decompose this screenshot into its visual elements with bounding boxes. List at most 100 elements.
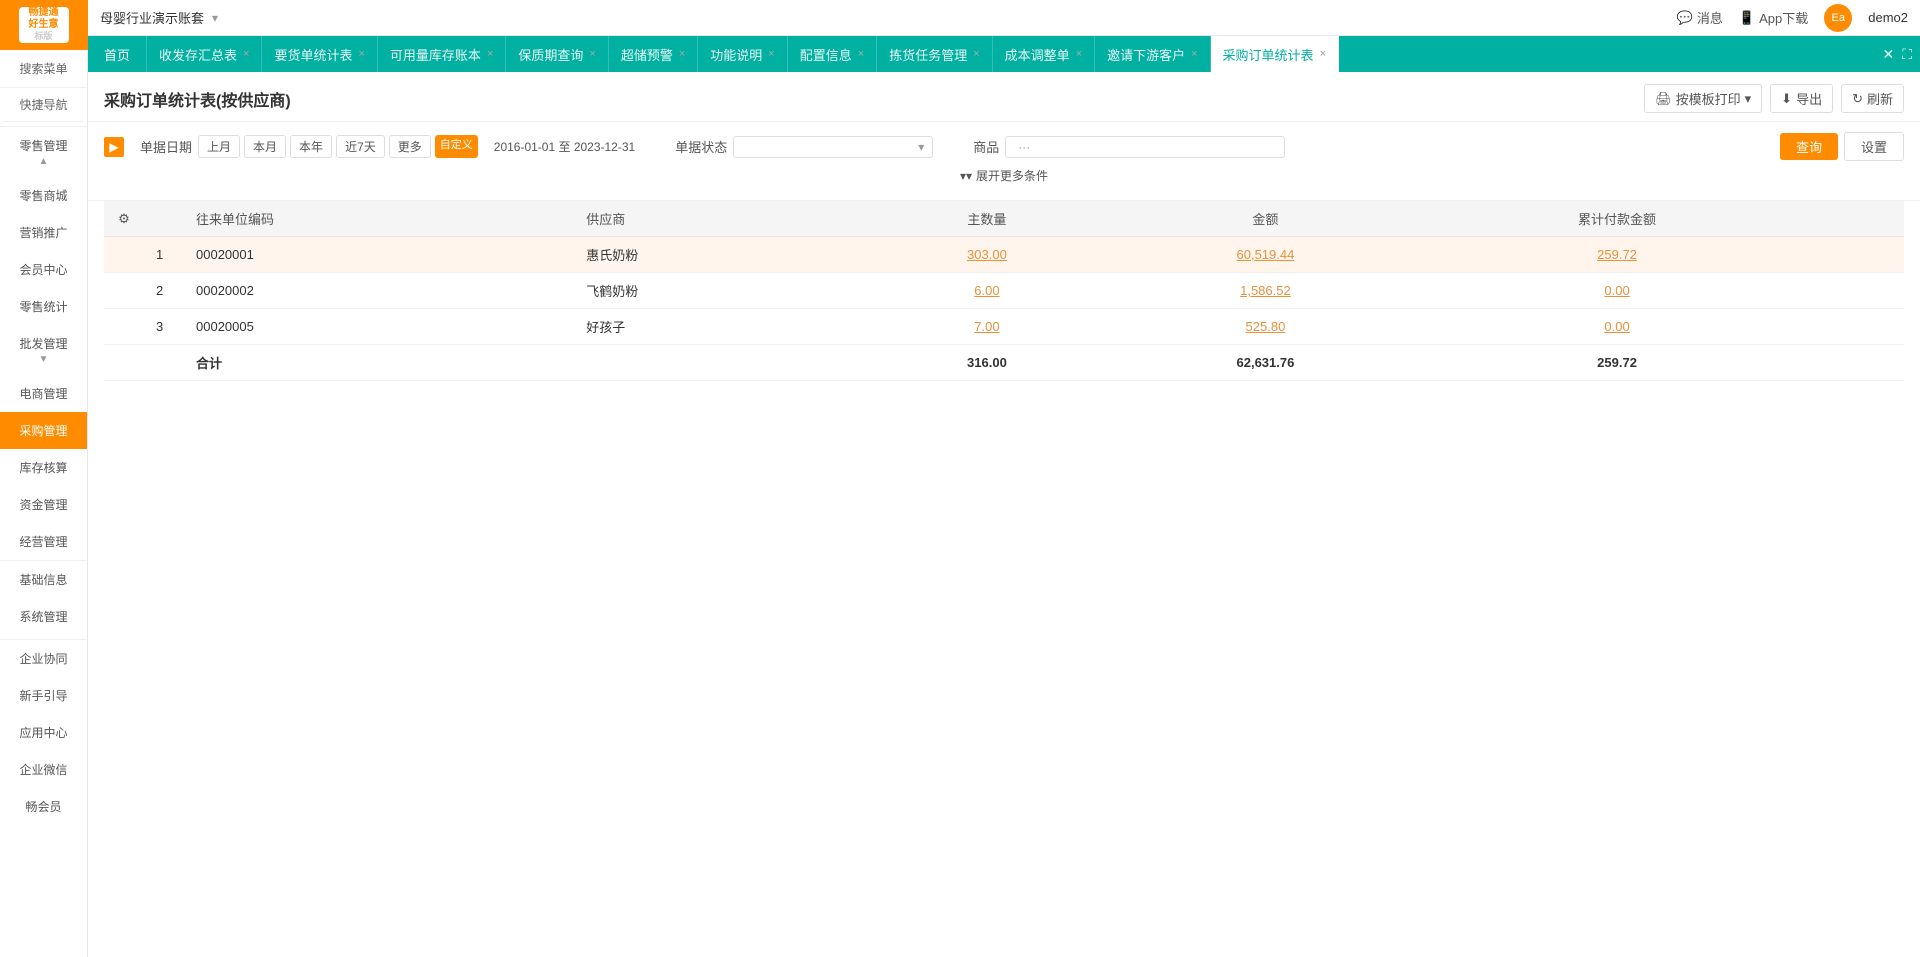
footer-paid: 259.72	[1422, 345, 1812, 381]
sidebar-item-member[interactable]: 会员中心	[0, 251, 87, 288]
sidebar-search-wrap[interactable]: 搜索菜单	[0, 50, 87, 88]
expand-more-button[interactable]: ▾▾ 展开更多条件	[104, 161, 1904, 190]
tab-close-icon[interactable]: ×	[243, 48, 249, 60]
sidebar-item-search[interactable]: 搜索菜单	[4, 56, 83, 81]
tab-label: 可用量库存账本	[390, 45, 481, 64]
tab-function-desc[interactable]: 功能说明 ×	[698, 36, 787, 72]
amount-link[interactable]: 1,586.52	[1240, 283, 1291, 298]
sidebar-item-finance[interactable]: 资金管理	[0, 486, 87, 523]
logo-inner: 畅捷通好生意标版	[19, 7, 69, 43]
tab-order-summary[interactable]: 要货单统计表 ×	[262, 36, 377, 72]
amount-link[interactable]: 60,519.44	[1237, 247, 1295, 262]
filter-toggle-button[interactable]: ▶	[104, 137, 124, 157]
tab-receive-summary[interactable]: 收发存汇总表 ×	[147, 36, 262, 72]
col-extra	[1812, 201, 1904, 237]
date-btn-this-year[interactable]: 本年	[290, 135, 332, 158]
sidebar-item-system[interactable]: 系统管理	[0, 598, 87, 635]
cell-supplier-name: 好孩子	[574, 309, 865, 345]
sidebar-item-quicknav[interactable]: 快捷导航	[4, 92, 83, 122]
tab-invite-downstream[interactable]: 邀请下游客户 ×	[1095, 36, 1210, 72]
tab-close-icon[interactable]: ×	[679, 48, 685, 60]
setting-button[interactable]: 设置	[1844, 132, 1904, 161]
sidebar-item-newbie[interactable]: 新手引导	[0, 677, 87, 714]
settings-icon[interactable]: ⚙	[118, 211, 130, 226]
tab-label: 配置信息	[800, 45, 852, 64]
tab-label: 要货单统计表	[274, 45, 352, 64]
cell-paid: 259.72	[1422, 237, 1812, 273]
tab-close-icon[interactable]: ×	[487, 48, 493, 60]
tab-close-icon[interactable]: ×	[358, 48, 364, 60]
filter-goods-input[interactable]: ···	[1005, 136, 1285, 158]
date-btn-more[interactable]: 更多	[389, 135, 431, 158]
expand-more-icon: ▾▾	[960, 169, 972, 183]
sidebar-item-basic-info[interactable]: 基础信息	[0, 560, 87, 598]
sidebar-item-cooperation[interactable]: 企业协同	[0, 639, 87, 677]
tab-overstock-alert[interactable]: 超储预警 ×	[609, 36, 698, 72]
tab-label: 超储预警	[621, 45, 673, 64]
refresh-button[interactable]: ↻ 刷新	[1841, 84, 1904, 113]
sidebar-quicknav-wrap[interactable]: 快捷导航	[0, 88, 87, 127]
sidebar-item-retail[interactable]: 零售管理 ▲	[0, 127, 87, 177]
tab-purchase-summary[interactable]: 采购订单统计表 ×	[1211, 36, 1339, 72]
topbar-msg-button[interactable]: 💬 消息	[1677, 8, 1723, 27]
sidebar-item-app-center[interactable]: 应用中心	[0, 714, 87, 751]
date-btn-last-month[interactable]: 上月	[198, 135, 240, 158]
paid-link[interactable]: 0.00	[1604, 319, 1629, 334]
cell-quantity: 7.00	[865, 309, 1109, 345]
sidebar-item-ecommerce[interactable]: 电商管理	[0, 375, 87, 412]
cell-paid: 0.00	[1422, 309, 1812, 345]
filter-date-range: 2016-01-01 至 2023-12-31	[494, 138, 635, 155]
sidebar-item-inventory[interactable]: 库存核算	[0, 449, 87, 486]
tab-pickup-task[interactable]: 拣货任务管理 ×	[877, 36, 992, 72]
topbar-app-button[interactable]: 📱 App下载	[1739, 8, 1808, 27]
filter-status-select[interactable]: ▾	[733, 136, 933, 158]
sidebar-item-enterprise-wechat[interactable]: 企业微信	[0, 751, 87, 788]
sidebar-item-member-vip[interactable]: 畅会员	[0, 788, 87, 825]
cell-paid: 0.00	[1422, 273, 1812, 309]
tab-close-icon[interactable]: ×	[768, 48, 774, 60]
amount-link[interactable]: 525.80	[1246, 319, 1286, 334]
print-button[interactable]: 🖨 按模板打印 ▾	[1644, 84, 1762, 113]
sidebar-item-purchase[interactable]: 采购管理	[0, 412, 87, 449]
tab-available-stock[interactable]: 可用量库存账本 ×	[378, 36, 506, 72]
filter-goods-more-icon[interactable]: ···	[1018, 140, 1030, 154]
col-paid: 累计付款金额	[1422, 201, 1812, 237]
account-dropdown-icon[interactable]: ▾	[212, 11, 218, 25]
paid-link[interactable]: 259.72	[1597, 247, 1637, 262]
sidebar-item-operation[interactable]: 经营管理	[0, 523, 87, 560]
msg-icon: 💬	[1677, 10, 1693, 26]
tab-close-icon[interactable]: ×	[1320, 48, 1326, 60]
sidebar-item-retail-stats[interactable]: 零售统计	[0, 288, 87, 325]
date-btn-this-month[interactable]: 本月	[244, 135, 286, 158]
paid-link[interactable]: 0.00	[1604, 283, 1629, 298]
tab-warranty-query[interactable]: 保质期查询 ×	[506, 36, 608, 72]
logo-text: 畅捷通好生意标版	[29, 7, 59, 43]
sidebar-item-wholesale[interactable]: 批发管理 ▼	[0, 325, 87, 375]
cell-rownum: 1	[144, 237, 184, 273]
quantity-link[interactable]: 6.00	[974, 283, 999, 298]
quantity-link[interactable]: 7.00	[974, 319, 999, 334]
tab-close-icon[interactable]: ×	[1076, 48, 1082, 60]
export-button[interactable]: ⬇ 导出	[1770, 84, 1833, 113]
quantity-link[interactable]: 303.00	[967, 247, 1007, 262]
tab-close-all-icon[interactable]: ✕	[1882, 46, 1894, 63]
table-wrap: ⚙ 往来单位编码 供应商 主数量 金额 累计付款金额 1	[88, 201, 1920, 957]
query-button[interactable]: 查询	[1780, 133, 1838, 160]
footer-extra	[1812, 345, 1904, 381]
tab-close-icon[interactable]: ×	[1191, 48, 1197, 60]
tab-maximize-icon[interactable]: ⛶	[1902, 46, 1912, 63]
tab-close-icon[interactable]: ×	[589, 48, 595, 60]
tab-config-info[interactable]: 配置信息 ×	[788, 36, 877, 72]
cell-extra	[1812, 309, 1904, 345]
tab-cost-adjust[interactable]: 成本调整单 ×	[993, 36, 1095, 72]
sidebar-item-marketing[interactable]: 营销推广	[0, 214, 87, 251]
user-avatar[interactable]: Ea	[1824, 4, 1852, 32]
tab-close-icon[interactable]: ×	[973, 48, 979, 60]
date-btn-7days[interactable]: 近7天	[336, 135, 385, 158]
tab-label: 邀请下游客户	[1107, 45, 1185, 64]
table-footer-row: 合计 316.00 62,631.76 259.72	[104, 345, 1904, 381]
sidebar-item-retail-mall[interactable]: 零售商城	[0, 177, 87, 214]
cell-extra	[1812, 237, 1904, 273]
tab-close-icon[interactable]: ×	[858, 48, 864, 60]
tab-home[interactable]: 首页	[88, 36, 147, 72]
